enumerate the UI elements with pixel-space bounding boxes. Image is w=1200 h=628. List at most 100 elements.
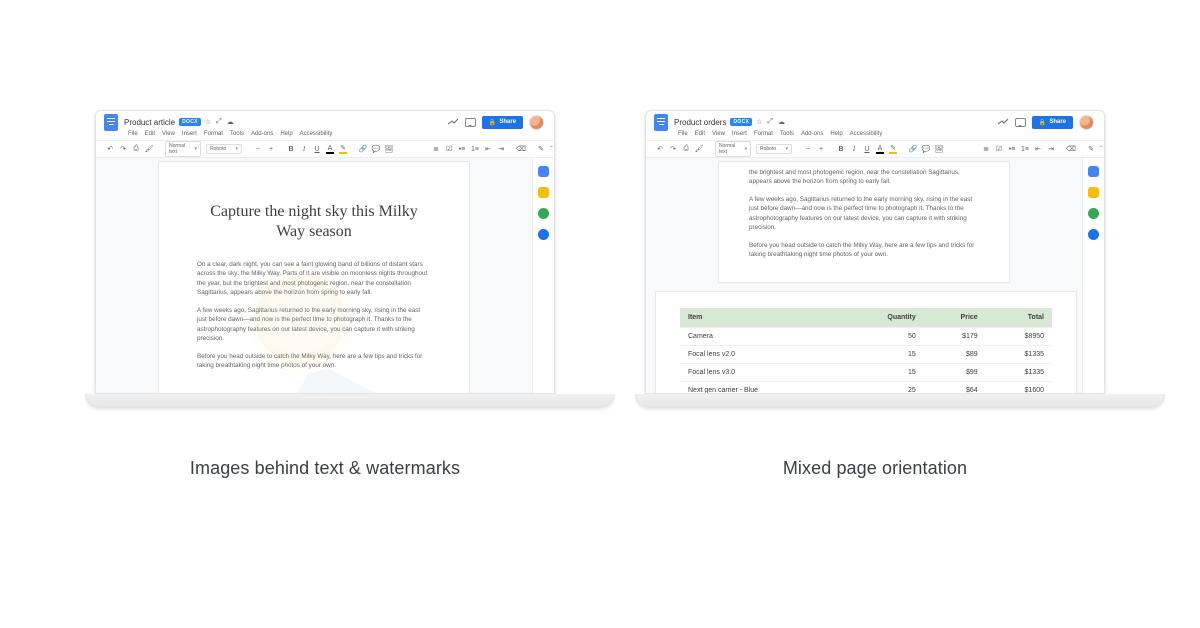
menu-edit[interactable]: Edit — [145, 131, 155, 137]
menu-edit[interactable]: Edit — [695, 131, 705, 137]
share-button[interactable]: 🔒 Share — [482, 116, 523, 129]
document-title[interactable]: Product orders — [674, 118, 726, 127]
editing-mode-icon[interactable]: ✎ — [537, 145, 545, 153]
clear-formatting-icon[interactable]: ⌫ — [1067, 145, 1075, 153]
calendar-icon[interactable] — [1088, 166, 1099, 177]
text-color-icon[interactable]: A — [876, 145, 884, 154]
menu-accessibility[interactable]: Accessibility — [300, 131, 333, 137]
checklist-icon[interactable]: ☑ — [995, 145, 1003, 153]
line-spacing-icon[interactable]: ≣ — [982, 145, 990, 153]
font-size-increase-icon[interactable]: + — [267, 146, 275, 153]
star-icon[interactable]: ☆ — [756, 118, 762, 126]
menu-insert[interactable]: Insert — [182, 131, 197, 137]
italic-icon[interactable]: I — [850, 145, 858, 153]
menu-format[interactable]: Format — [204, 131, 223, 137]
document-title[interactable]: Product article — [124, 118, 175, 127]
add-comment-icon[interactable]: 💬 — [372, 145, 380, 153]
menu-view[interactable]: View — [712, 131, 725, 137]
share-button[interactable]: 🔒 Share — [1032, 116, 1073, 129]
redo-icon[interactable]: ↷ — [669, 145, 677, 153]
menu-format[interactable]: Format — [754, 131, 773, 137]
undo-icon[interactable]: ↶ — [656, 145, 664, 153]
avatar[interactable] — [529, 115, 544, 130]
comment-icon[interactable] — [1015, 118, 1026, 127]
paint-format-icon[interactable]: 🖌 — [145, 145, 153, 153]
move-icon[interactable]: ⤢ — [216, 118, 222, 126]
print-icon[interactable]: ⎙ — [682, 145, 690, 153]
keep-icon[interactable] — [1088, 187, 1099, 198]
paint-format-icon[interactable]: 🖌 — [695, 145, 703, 153]
paragraph-style-dropdown[interactable]: Normal text▾ — [715, 141, 751, 157]
bulleted-list-icon[interactable]: •≡ — [458, 146, 466, 153]
numbered-list-icon[interactable]: 1≡ — [471, 146, 479, 153]
numbered-list-icon[interactable]: 1≡ — [1021, 146, 1029, 153]
comment-icon[interactable] — [465, 118, 476, 127]
clear-formatting-icon[interactable]: ⌫ — [517, 145, 525, 153]
menu-accessibility[interactable]: Accessibility — [850, 131, 883, 137]
side-panel — [1082, 158, 1104, 393]
move-icon[interactable]: ⤢ — [767, 118, 773, 126]
document-canvas[interactable]: Capture the night sky this Milky Way sea… — [96, 158, 532, 393]
bold-icon[interactable]: B — [837, 146, 845, 153]
insert-image-icon[interactable]: 🖼 — [935, 145, 943, 153]
editing-mode-icon[interactable]: ✎ — [1087, 145, 1095, 153]
indent-increase-icon[interactable]: ⇥ — [497, 145, 505, 153]
bold-icon[interactable]: B — [287, 146, 295, 153]
cloud-icon[interactable]: ☁ — [778, 118, 785, 126]
calendar-icon[interactable] — [538, 166, 549, 177]
add-comment-icon[interactable]: 💬 — [922, 145, 930, 153]
link-icon[interactable]: 🔗 — [909, 145, 917, 153]
redo-icon[interactable]: ↷ — [119, 145, 127, 153]
menu-file[interactable]: File — [678, 131, 688, 137]
cloud-icon[interactable]: ☁ — [227, 118, 234, 126]
menu-addons[interactable]: Add-ons — [251, 131, 273, 137]
font-dropdown[interactable]: Roboto▾ — [206, 144, 242, 154]
keep-icon[interactable] — [538, 187, 549, 198]
menu-help[interactable]: Help — [830, 131, 842, 137]
insert-image-icon[interactable]: 🖼 — [385, 145, 393, 153]
font-dropdown[interactable]: Roboto▾ — [756, 144, 792, 154]
menu-addons[interactable]: Add-ons — [801, 131, 823, 137]
text-color-icon[interactable]: A — [326, 145, 334, 154]
menu-tools[interactable]: Tools — [780, 131, 794, 137]
docs-logo-icon[interactable] — [104, 114, 118, 131]
avatar[interactable] — [1079, 115, 1094, 130]
indent-increase-icon[interactable]: ⇥ — [1047, 145, 1055, 153]
tasks-icon[interactable] — [1088, 208, 1099, 219]
menu-file[interactable]: File — [128, 131, 138, 137]
paragraph-style-dropdown[interactable]: Normal text▾ — [165, 141, 201, 157]
indent-decrease-icon[interactable]: ⇤ — [484, 145, 492, 153]
bulleted-list-icon[interactable]: •≡ — [1008, 146, 1016, 153]
menu-tools[interactable]: Tools — [230, 131, 244, 137]
font-size-increase-icon[interactable]: + — [817, 146, 825, 153]
underline-icon[interactable]: U — [863, 146, 871, 153]
checklist-icon[interactable]: ☑ — [445, 145, 453, 153]
link-icon[interactable]: 🔗 — [359, 145, 367, 153]
menu-help[interactable]: Help — [280, 131, 292, 137]
star-icon[interactable]: ☆ — [205, 118, 211, 126]
indent-decrease-icon[interactable]: ⇤ — [1034, 145, 1042, 153]
menu-insert[interactable]: Insert — [732, 131, 747, 137]
font-size-decrease-icon[interactable]: − — [804, 146, 812, 153]
contacts-icon[interactable] — [1088, 229, 1099, 240]
trend-icon[interactable] — [997, 118, 1009, 126]
tasks-icon[interactable] — [538, 208, 549, 219]
trend-icon[interactable] — [447, 118, 459, 126]
document-canvas[interactable]: the brightest and most photogenic region… — [646, 158, 1082, 393]
font-label: Roboto — [210, 146, 226, 152]
highlight-icon[interactable]: ✎ — [339, 145, 347, 154]
hide-menus-icon[interactable]: ˆ — [1100, 145, 1103, 154]
italic-icon[interactable]: I — [300, 145, 308, 153]
font-size-decrease-icon[interactable]: − — [254, 146, 262, 153]
cell-item: Next gen carrier - Blue — [680, 381, 841, 393]
contacts-icon[interactable] — [538, 229, 549, 240]
print-icon[interactable]: ⎙ — [132, 145, 140, 153]
menu-view[interactable]: View — [162, 131, 175, 137]
underline-icon[interactable]: U — [313, 146, 321, 153]
docs-logo-icon[interactable] — [654, 114, 668, 131]
undo-icon[interactable]: ↶ — [106, 145, 114, 153]
font-label: Roboto — [760, 146, 776, 152]
line-spacing-icon[interactable]: ≣ — [432, 145, 440, 153]
highlight-icon[interactable]: ✎ — [889, 145, 897, 154]
hide-menus-icon[interactable]: ˆ — [550, 145, 553, 154]
